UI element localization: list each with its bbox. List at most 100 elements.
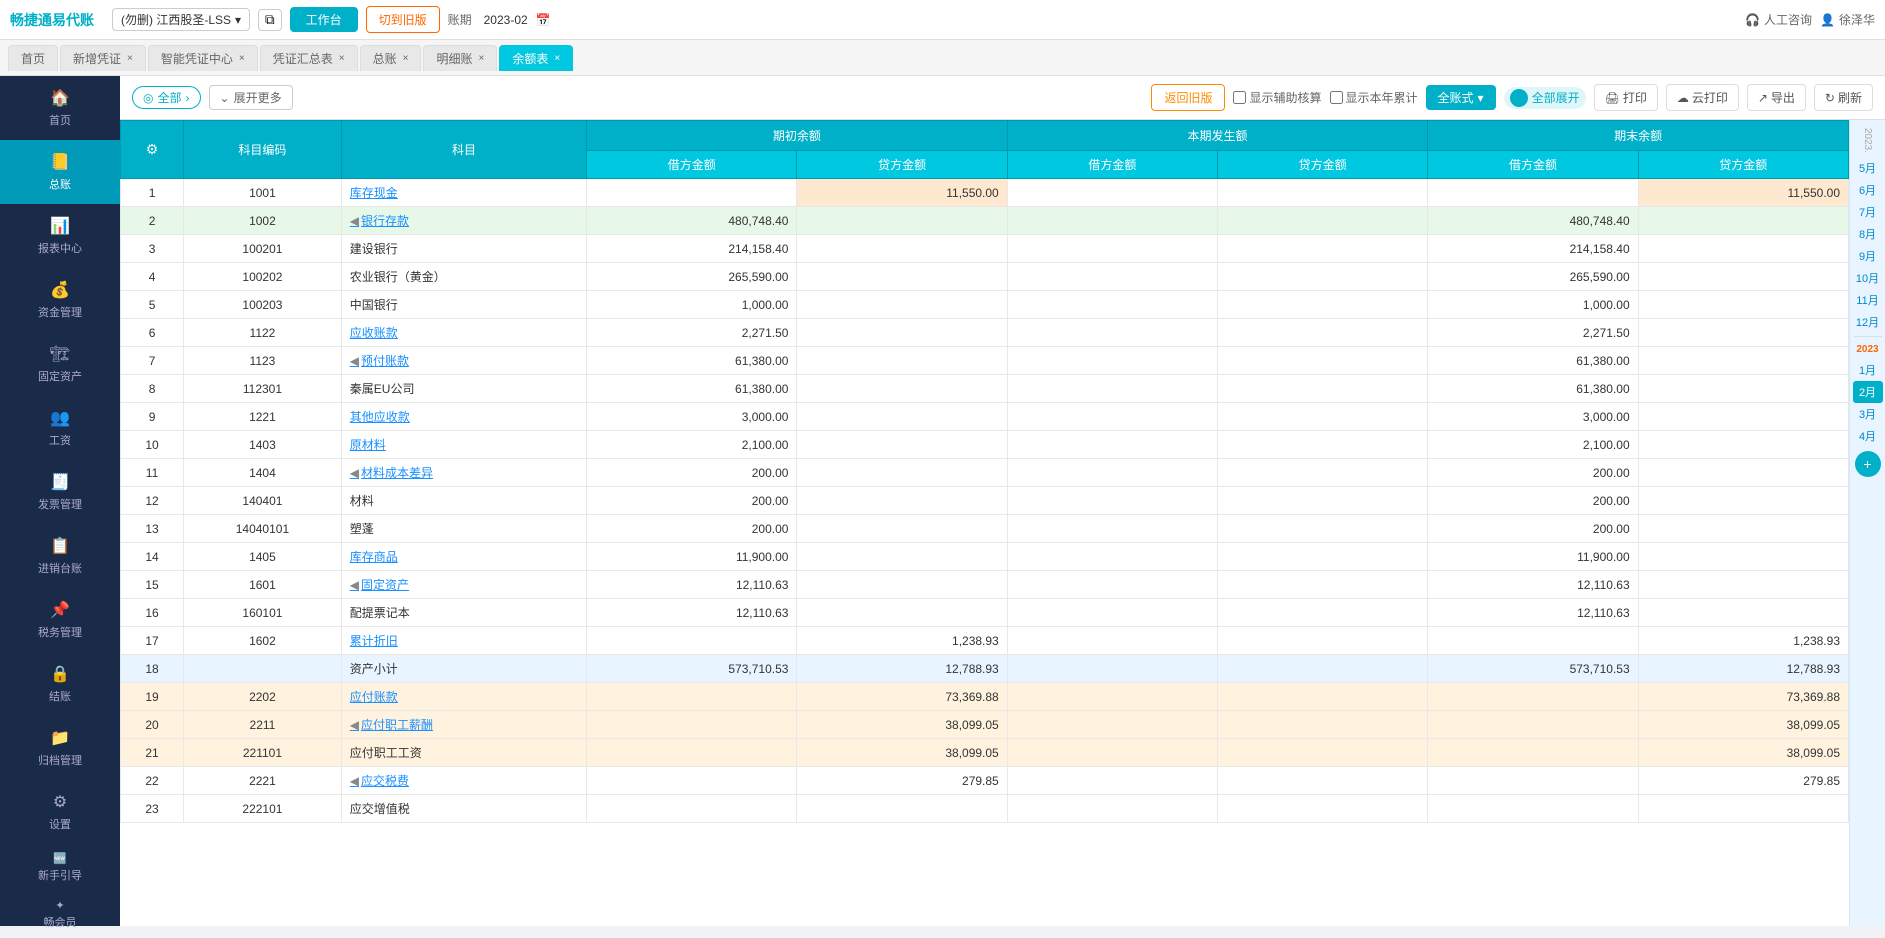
right-sidebar-label: 2023. — [1862, 128, 1873, 153]
service-button[interactable]: 🎧 人工咨询 — [1745, 11, 1812, 28]
row-code: 14040101 — [184, 515, 342, 543]
company-select[interactable]: (勿删) 江西股圣-LSS ▾ — [112, 8, 250, 31]
period-credit — [1218, 347, 1428, 375]
month-4[interactable]: 4月 — [1853, 425, 1883, 447]
expand-all-toggle[interactable]: 全部展开 — [1504, 87, 1586, 109]
row-seq: 11 — [121, 459, 184, 487]
sidebar-item-ledger[interactable]: 📒 总账 — [0, 140, 120, 204]
month-6[interactable]: 6月 — [1853, 179, 1883, 201]
row-name[interactable]: ◀应交税费 — [341, 767, 586, 795]
tab-close-ledger[interactable]: × — [403, 53, 409, 64]
tab-ledger[interactable]: 总账× — [360, 45, 422, 71]
refresh-button[interactable]: ↻ 刷新 — [1814, 84, 1873, 111]
row-name[interactable]: 库存现金 — [341, 179, 586, 207]
tab-balance[interactable]: 余额表× — [499, 45, 573, 71]
row-code: 160101 — [184, 599, 342, 627]
switch-version-button[interactable]: 切到旧版 — [366, 6, 440, 33]
expand-icon[interactable]: ◀ — [350, 214, 359, 228]
user-area[interactable]: 👤 徐泽华 — [1820, 11, 1875, 28]
sidebar-item-settings[interactable]: ⚙ 设置 — [0, 780, 120, 844]
month-1[interactable]: 1月 — [1853, 359, 1883, 381]
sidebar-bottom-guide[interactable]: 🆕 新手引导 — [0, 844, 120, 891]
tab-voucher-summary[interactable]: 凭证汇总表× — [260, 45, 358, 71]
month-11[interactable]: 11月 — [1853, 289, 1883, 311]
row-name[interactable]: 应收账款 — [341, 319, 586, 347]
period-debit — [1007, 403, 1217, 431]
month-12[interactable]: 12月 — [1853, 311, 1883, 333]
sidebar-item-home[interactable]: 🏠 首页 — [0, 76, 120, 140]
copy-button[interactable]: ⧉ — [258, 9, 282, 31]
row-name[interactable]: ◀预付账款 — [341, 347, 586, 375]
work-button[interactable]: 工作台 — [290, 7, 358, 32]
style-button[interactable]: 全账式 ▾ — [1426, 85, 1496, 110]
opening-credit — [797, 263, 1007, 291]
month-5[interactable]: 5月 — [1853, 157, 1883, 179]
export-button[interactable]: ↗ 导出 — [1747, 84, 1806, 111]
month-8[interactable]: 8月 — [1853, 223, 1883, 245]
month-3[interactable]: 3月 — [1853, 403, 1883, 425]
sidebar-item-report[interactable]: 📊 报表中心 — [0, 204, 120, 268]
tab-close-add-voucher[interactable]: × — [127, 53, 133, 64]
cloud-print-button[interactable]: ☁ 云打印 — [1666, 84, 1739, 111]
year-total-checkbox[interactable] — [1330, 91, 1343, 104]
expand-icon[interactable]: ◀ — [350, 774, 359, 788]
settings-icon[interactable]: ⚙ — [146, 141, 159, 157]
row-name[interactable]: 库存商品 — [341, 543, 586, 571]
opening-debit: 1,000.00 — [587, 291, 797, 319]
expand-more-button[interactable]: ⌄ 展开更多 — [209, 85, 293, 110]
sidebar-item-archive[interactable]: 📁 归档管理 — [0, 716, 120, 780]
sidebar-item-payroll[interactable]: 👥 工资 — [0, 396, 120, 460]
return-old-version-button[interactable]: 返回旧版 — [1151, 84, 1225, 111]
sidebar-item-tax[interactable]: 📌 税务管理 — [0, 588, 120, 652]
tab-add-voucher[interactable]: 新增凭证× — [60, 45, 146, 71]
month-2-active[interactable]: 2月 — [1853, 381, 1883, 403]
tab-close-detail[interactable]: × — [478, 53, 484, 64]
row-name[interactable]: 累计折旧 — [341, 627, 586, 655]
row-name[interactable]: 原材料 — [341, 431, 586, 459]
row-name[interactable]: ◀应付职工薪酬 — [341, 711, 586, 739]
sidebar-item-closing[interactable]: 🔒 结账 — [0, 652, 120, 716]
table-row: 17 1602 累计折旧 1,238.93 1,238.93 — [121, 627, 1849, 655]
sidebar-item-fixed[interactable]: 🏗 固定资产 — [0, 332, 120, 396]
period-credit — [1218, 515, 1428, 543]
closing-debit: 12,110.63 — [1428, 571, 1638, 599]
tab-detail[interactable]: 明细账× — [423, 45, 497, 71]
sidebar-item-capital[interactable]: 💰 资金管理 — [0, 268, 120, 332]
add-period-button[interactable]: + — [1855, 451, 1881, 477]
year-total-check[interactable]: 显示本年累计 — [1330, 89, 1418, 106]
row-code: 1601 — [184, 571, 342, 599]
col-settings[interactable]: ⚙ — [121, 121, 184, 179]
row-name[interactable]: 其他应收款 — [341, 403, 586, 431]
expand-icon[interactable]: ◀ — [350, 466, 359, 480]
tab-close-voucher-summary[interactable]: × — [339, 53, 345, 64]
expand-icon[interactable]: ◀ — [350, 578, 359, 592]
user-icon: 👤 — [1820, 13, 1835, 27]
print-button[interactable]: 🖨 打印 — [1594, 84, 1658, 111]
period-debit — [1007, 683, 1217, 711]
sidebar-item-invoice[interactable]: 🧾 发票管理 — [0, 460, 120, 524]
calendar-icon[interactable]: 📅 — [536, 13, 551, 27]
aux-accounting-checkbox[interactable] — [1233, 91, 1246, 104]
closing-credit — [1638, 599, 1848, 627]
closing-icon: 🔒 — [50, 664, 70, 684]
month-7[interactable]: 7月 — [1853, 201, 1883, 223]
expand-icon[interactable]: ◀ — [350, 718, 359, 732]
row-name[interactable]: 应付账款 — [341, 683, 586, 711]
month-9[interactable]: 9月 — [1853, 245, 1883, 267]
row-name[interactable]: ◀材料成本差异 — [341, 459, 586, 487]
row-name[interactable]: ◀银行存款 — [341, 207, 586, 235]
aux-accounting-check[interactable]: 显示辅助核算 — [1233, 89, 1321, 106]
sidebar-bottom-member[interactable]: ✦ 畅会员 — [0, 891, 120, 938]
main-layout: 🏠 首页 📒 总账 📊 报表中心 💰 资金管理 🏗 固定资产 👥 工资 🧾 发票… — [0, 76, 1885, 926]
expand-icon[interactable]: ◀ — [350, 354, 359, 368]
tab-home[interactable]: 首页 — [8, 45, 58, 71]
month-10[interactable]: 10月 — [1853, 267, 1883, 289]
tab-smart-voucher[interactable]: 智能凭证中心× — [148, 45, 258, 71]
tab-close-smart-voucher[interactable]: × — [239, 53, 245, 64]
filter-all-button[interactable]: ◎ 全部 › — [132, 86, 201, 109]
period-debit — [1007, 571, 1217, 599]
tab-close-balance[interactable]: × — [554, 53, 560, 64]
sidebar-item-purchase[interactable]: 📋 进销台账 — [0, 524, 120, 588]
row-name[interactable]: ◀固定资产 — [341, 571, 586, 599]
row-seq: 14 — [121, 543, 184, 571]
